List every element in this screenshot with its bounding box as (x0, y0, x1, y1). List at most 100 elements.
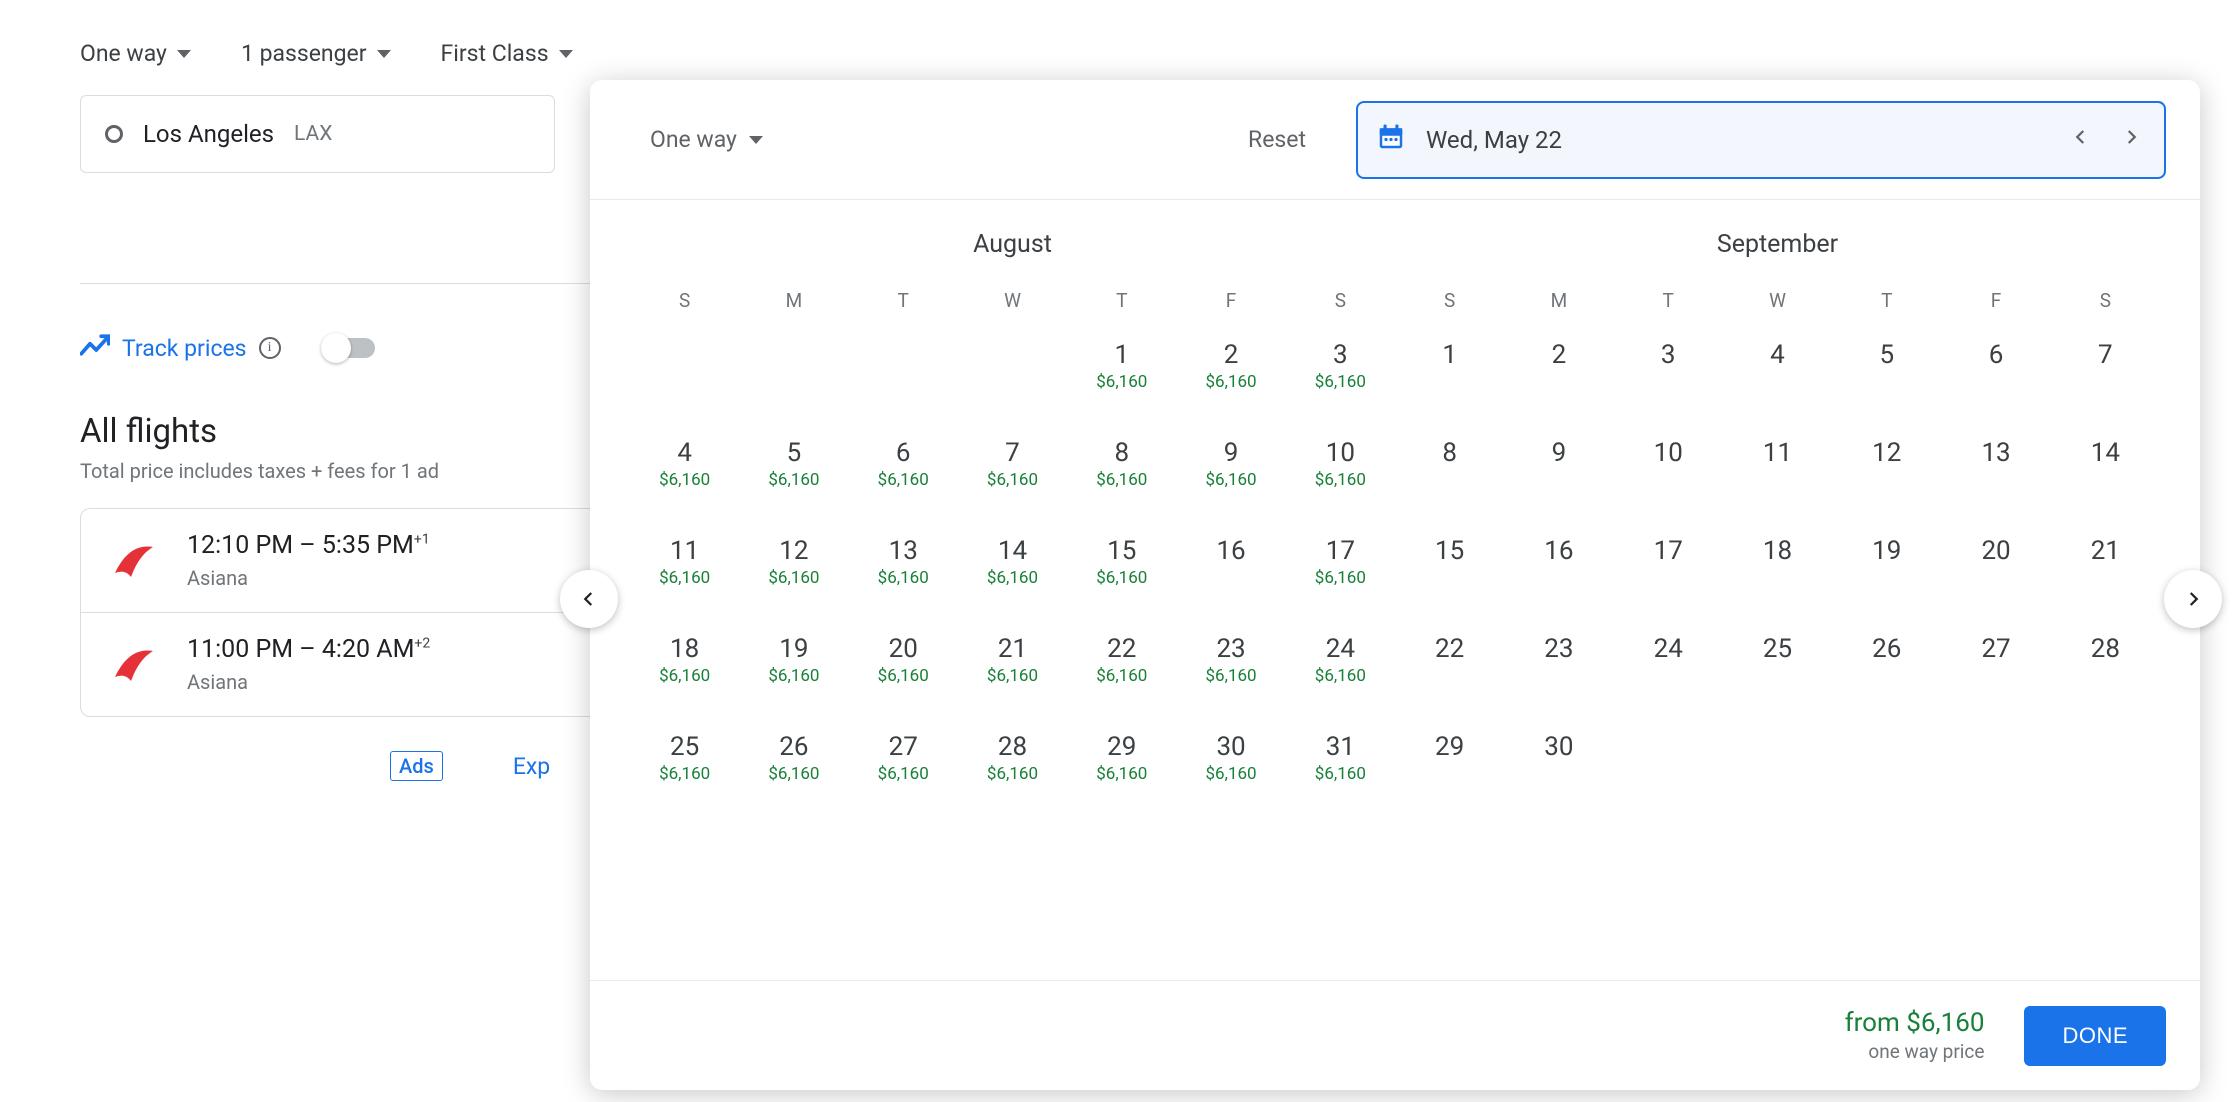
calendar-day[interactable]: 20$6,160 (849, 624, 958, 722)
calendar-day[interactable]: 27 (1941, 624, 2050, 722)
calendar-day[interactable]: 16 (1176, 526, 1285, 624)
calendar-day[interactable]: 5 (1832, 330, 1941, 428)
trip-type-dropdown[interactable]: One way (80, 40, 191, 67)
track-prices-toggle[interactable] (323, 338, 375, 358)
day-number: 23 (1216, 634, 1245, 664)
date-prev-button[interactable] (2066, 122, 2096, 158)
calendar-day[interactable]: 2$6,160 (1176, 330, 1285, 428)
calendar-day[interactable]: 25$6,160 (630, 722, 739, 820)
calendar-day[interactable]: 29 (1395, 722, 1504, 820)
picker-trip-type-dropdown[interactable]: One way (650, 126, 763, 153)
day-number: 9 (1224, 438, 1239, 468)
calendar-day[interactable]: 27$6,160 (849, 722, 958, 820)
chevron-left-icon (580, 590, 598, 608)
calendar-day[interactable]: 17$6,160 (1286, 526, 1395, 624)
calendar-day[interactable]: 15 (1395, 526, 1504, 624)
calendar-day[interactable]: 24 (1614, 624, 1723, 722)
calendar-day[interactable]: 11 (1723, 428, 1832, 526)
calendar-day[interactable]: 17 (1614, 526, 1723, 624)
calendar-day[interactable]: 4$6,160 (630, 428, 739, 526)
calendar-day[interactable]: 19 (1832, 526, 1941, 624)
calendar-day[interactable]: 9 (1504, 428, 1613, 526)
day-number: 30 (1544, 732, 1573, 762)
calendar-day[interactable]: 6$6,160 (849, 428, 958, 526)
dow-label: T (1832, 289, 1941, 312)
calendar-day[interactable]: 18 (1723, 526, 1832, 624)
calendar-day[interactable]: 14$6,160 (958, 526, 1067, 624)
ads-badge: Ads (390, 751, 443, 781)
calendar-day[interactable]: 20 (1941, 526, 2050, 624)
done-button[interactable]: DONE (2024, 1006, 2166, 1066)
calendar-day[interactable]: 13$6,160 (849, 526, 958, 624)
dow-label: S (630, 289, 739, 312)
calendar-day[interactable]: 3$6,160 (1286, 330, 1395, 428)
calendar-day[interactable]: 21 (2051, 526, 2160, 624)
calendar-day[interactable]: 28 (2051, 624, 2160, 722)
dow-label: M (739, 289, 848, 312)
calendar-day[interactable]: 10$6,160 (1286, 428, 1395, 526)
calendar-day[interactable]: 23 (1504, 624, 1613, 722)
passengers-dropdown[interactable]: 1 passenger (241, 40, 391, 67)
calendar-day[interactable]: 16 (1504, 526, 1613, 624)
calendar-day[interactable]: 19$6,160 (739, 624, 848, 722)
airline-name: Asiana (187, 670, 430, 694)
day-price: $6,160 (1206, 372, 1257, 392)
calendar-prev-button[interactable] (560, 570, 618, 628)
chevron-down-icon (749, 136, 763, 144)
dow-label: W (958, 289, 1067, 312)
calendar-day[interactable]: 3 (1614, 330, 1723, 428)
day-number: 19 (779, 634, 808, 664)
day-number: 8 (1114, 438, 1129, 468)
calendar-day[interactable]: 13 (1941, 428, 2050, 526)
day-price: $6,160 (878, 666, 929, 686)
calendar-day[interactable]: 1$6,160 (1067, 330, 1176, 428)
day-number: 9 (1552, 438, 1567, 468)
cabin-class-dropdown[interactable]: First Class (441, 40, 573, 67)
calendar-day[interactable]: 2 (1504, 330, 1613, 428)
calendar-day[interactable]: 14 (2051, 428, 2160, 526)
date-next-button[interactable] (2116, 122, 2146, 158)
reset-button[interactable]: Reset (1248, 126, 1306, 153)
calendar-day[interactable]: 1 (1395, 330, 1504, 428)
day-price: $6,160 (1315, 372, 1366, 392)
calendar-day[interactable]: 10 (1614, 428, 1723, 526)
calendar-day[interactable]: 15$6,160 (1067, 526, 1176, 624)
calendar-day[interactable]: 7 (2051, 330, 2160, 428)
calendar-day[interactable]: 30 (1504, 722, 1613, 820)
day-price: $6,160 (1206, 470, 1257, 490)
chevron-down-icon (377, 50, 391, 58)
sponsored-link[interactable]: Exp (513, 753, 550, 780)
calendar-day[interactable]: 8$6,160 (1067, 428, 1176, 526)
calendar-day[interactable]: 26 (1832, 624, 1941, 722)
day-number: 2 (1224, 340, 1239, 370)
calendar-day[interactable]: 12 (1832, 428, 1941, 526)
calendar-day[interactable]: 25 (1723, 624, 1832, 722)
calendar-day[interactable]: 12$6,160 (739, 526, 848, 624)
day-number: 15 (1435, 536, 1464, 566)
calendar-day[interactable]: 28$6,160 (958, 722, 1067, 820)
calendar-day[interactable]: 22 (1395, 624, 1504, 722)
calendar-day[interactable]: 30$6,160 (1176, 722, 1285, 820)
calendar-day[interactable]: 6 (1941, 330, 2050, 428)
calendar-day[interactable]: 9$6,160 (1176, 428, 1285, 526)
day-price: $6,160 (659, 568, 710, 588)
calendar-day[interactable]: 18$6,160 (630, 624, 739, 722)
calendar-day[interactable]: 23$6,160 (1176, 624, 1285, 722)
calendar-day[interactable]: 8 (1395, 428, 1504, 526)
calendar-day[interactable]: 21$6,160 (958, 624, 1067, 722)
calendar-day[interactable]: 29$6,160 (1067, 722, 1176, 820)
calendar-day[interactable]: 5$6,160 (739, 428, 848, 526)
calendar-day[interactable]: 31$6,160 (1286, 722, 1395, 820)
day-price: $6,160 (987, 470, 1038, 490)
calendar-next-button[interactable] (2164, 570, 2222, 628)
calendar-day[interactable]: 24$6,160 (1286, 624, 1395, 722)
info-icon[interactable]: i (259, 337, 281, 359)
calendar-day[interactable]: 26$6,160 (739, 722, 848, 820)
calendar-day[interactable]: 4 (1723, 330, 1832, 428)
departure-date-field[interactable]: Wed, May 22 (1356, 101, 2166, 179)
calendar-day[interactable]: 11$6,160 (630, 526, 739, 624)
day-price: $6,160 (1206, 764, 1257, 784)
calendar-day[interactable]: 22$6,160 (1067, 624, 1176, 722)
calendar-day[interactable]: 7$6,160 (958, 428, 1067, 526)
origin-input[interactable]: Los Angeles LAX (80, 95, 555, 173)
